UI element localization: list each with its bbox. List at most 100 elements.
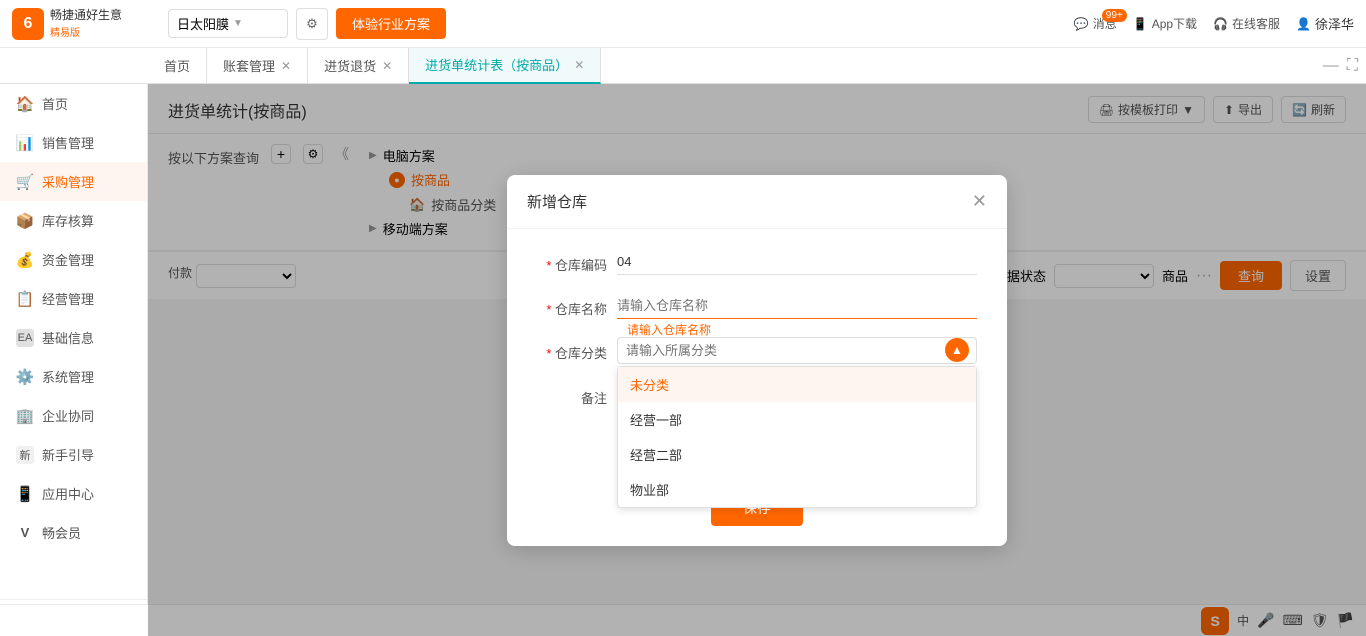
finance-icon: 💰: [16, 251, 34, 269]
category-dropdown-list: 未分类 经营一部 经营二部 物业部: [617, 366, 977, 508]
tab-purchase-stats-label: 进货单统计表（按商品）: [425, 55, 568, 74]
content-area: 进货单统计(按商品) 🖨 按模板打印 ▼ ⬆ 导出 🔄 刷新 按以下方案查询: [148, 84, 1366, 636]
tab-purchase-return-label: 进货退货: [324, 56, 376, 75]
top-bar: 6 畅捷通好生意 精易版 日太阳膜 ▼ ⚙ 体验行业方案 💬 消息 99+ 📱 …: [0, 0, 1366, 48]
app-logo-icon: 6: [12, 8, 44, 40]
sidebar-item-inventory[interactable]: 📦 库存核算: [0, 201, 147, 240]
sidebar-label-vip: 畅会员: [42, 523, 81, 542]
warehouse-name-label: 仓库名称: [537, 293, 617, 318]
sidebar-label-basic: 基础信息: [42, 328, 94, 347]
sidebar-item-basic[interactable]: EA 基础信息: [0, 318, 147, 357]
dropdown-item-dept3[interactable]: 物业部: [618, 472, 976, 507]
appcenter-icon: 📱: [16, 485, 34, 503]
tab-account-close[interactable]: ✕: [281, 59, 291, 73]
tab-purchase-stats[interactable]: 进货单统计表（按商品） ✕: [409, 48, 601, 84]
tab-purchase-return-close[interactable]: ✕: [382, 59, 392, 73]
sidebar-item-enterprise[interactable]: 🏢 企业协同: [0, 396, 147, 435]
warehouse-name-input[interactable]: [617, 293, 977, 319]
sidebar-item-guide[interactable]: 新 新手引导: [0, 435, 147, 474]
purchase-icon: 🛒: [16, 173, 34, 191]
warehouse-code-label: 仓库编码: [537, 249, 617, 274]
sidebar-item-sales[interactable]: 📊 销售管理: [0, 123, 147, 162]
settings-button[interactable]: ⚙: [296, 8, 328, 40]
top-right-actions: 💬 消息 99+ 📱 App下载 🎧 在线客服 👤 徐泽华: [1074, 14, 1354, 33]
user-icon: 👤: [1296, 17, 1311, 31]
dialog-header: 新增仓库 ✕: [507, 175, 1007, 229]
inventory-icon: 📦: [16, 212, 34, 230]
customer-service-button[interactable]: 🎧 在线客服: [1213, 15, 1280, 32]
dialog-body: 仓库编码 仓库名称 请输入仓库名称 仓库分类: [507, 229, 1007, 480]
sales-icon: 📊: [16, 134, 34, 152]
dropdown-item-dept1[interactable]: 经营一部: [618, 402, 976, 437]
store-selector[interactable]: 日太阳膜 ▼: [168, 9, 288, 38]
warehouse-name-row: 仓库名称 请输入仓库名称: [537, 293, 977, 319]
dialog-title: 新增仓库: [527, 191, 587, 212]
sidebar: 🏠 首页 📊 销售管理 🛒 采购管理 📦 库存核算 💰 资金管理 📋 经营管理 …: [0, 84, 148, 636]
sidebar-item-system[interactable]: ⚙️ 系统管理: [0, 357, 147, 396]
messages-badge: 99+: [1102, 9, 1127, 22]
basic-icon: EA: [16, 329, 34, 347]
sidebar-label-operation: 经营管理: [42, 289, 94, 308]
warehouse-category-label: 仓库分类: [537, 337, 617, 362]
app-edition: 精易版: [50, 24, 122, 39]
tab-right-controls: — ⛶: [1323, 57, 1366, 75]
chevron-down-icon: ▼: [233, 18, 243, 29]
category-dropdown-toggle[interactable]: ▲: [945, 338, 969, 362]
app-download-button[interactable]: 📱 App下载: [1133, 15, 1197, 32]
app-name: 畅捷通好生意: [50, 8, 122, 24]
sidebar-label-appcenter: 应用中心: [42, 484, 94, 503]
sidebar-label-enterprise: 企业协同: [42, 406, 94, 425]
tab-purchase-stats-close[interactable]: ✕: [574, 58, 584, 72]
tab-home-label: 首页: [164, 56, 190, 75]
sidebar-item-appcenter[interactable]: 📱 应用中心: [0, 474, 147, 513]
dropdown-item-dept2[interactable]: 经营二部: [618, 437, 976, 472]
sidebar-item-operation[interactable]: 📋 经营管理: [0, 279, 147, 318]
enterprise-icon: 🏢: [16, 407, 34, 425]
tab-account[interactable]: 账套管理 ✕: [207, 48, 308, 84]
user-profile[interactable]: 👤 徐泽华: [1296, 14, 1354, 33]
sidebar-label-system: 系统管理: [42, 367, 94, 386]
system-icon: ⚙️: [16, 368, 34, 386]
operation-icon: 📋: [16, 290, 34, 308]
store-name-label: 日太阳膜: [177, 14, 229, 33]
vip-icon: V: [16, 524, 34, 542]
sidebar-label-finance: 资金管理: [42, 250, 94, 269]
add-warehouse-dialog: 新增仓库 ✕ 仓库编码 仓库名称 请输入仓库名称: [507, 175, 1007, 546]
trial-button[interactable]: 体验行业方案: [336, 8, 446, 39]
user-name-label: 徐泽华: [1315, 14, 1354, 33]
warehouse-code-input[interactable]: [617, 249, 977, 275]
customer-service-label: 在线客服: [1232, 15, 1280, 32]
warehouse-category-select-wrap: ▲ 未分类 经营一部 经营二部 物业部: [617, 337, 977, 364]
mobile-icon: 📱: [1133, 17, 1148, 31]
dialog-close-button[interactable]: ✕: [972, 191, 987, 212]
warehouse-code-row: 仓库编码: [537, 249, 977, 275]
tab-purchase-return[interactable]: 进货退货 ✕: [308, 48, 409, 84]
messages-button[interactable]: 💬 消息 99+: [1074, 15, 1117, 32]
dropdown-item-uncategorized[interactable]: 未分类: [618, 367, 976, 402]
notes-label: 备注: [537, 382, 617, 407]
tab-expand-icon[interactable]: ⛶: [1347, 57, 1358, 75]
tab-minimize-icon[interactable]: —: [1323, 57, 1339, 75]
tab-home[interactable]: 首页: [148, 48, 207, 84]
guide-icon: 新: [16, 446, 34, 464]
sidebar-item-finance[interactable]: 💰 资金管理: [0, 240, 147, 279]
home-icon: 🏠: [16, 95, 34, 113]
warehouse-name-error: 请输入仓库名称: [627, 321, 711, 338]
warehouse-category-input[interactable]: [617, 337, 977, 364]
sidebar-label-guide: 新手引导: [42, 445, 94, 464]
warehouse-category-row: 仓库分类 ▲ 未分类 经营一部 经营二部 物业部: [537, 337, 977, 364]
sidebar-item-vip[interactable]: V 畅会员: [0, 513, 147, 552]
sidebar-label-sales: 销售管理: [42, 133, 94, 152]
sidebar-label-purchase: 采购管理: [42, 172, 94, 191]
sidebar-item-home[interactable]: 🏠 首页: [0, 84, 147, 123]
modal-overlay: 新增仓库 ✕ 仓库编码 仓库名称 请输入仓库名称: [148, 84, 1366, 636]
headset-icon: 🎧: [1213, 17, 1228, 31]
message-icon: 💬: [1074, 17, 1089, 31]
sidebar-label-home: 首页: [42, 94, 68, 113]
tab-bar: 首页 账套管理 ✕ 进货退货 ✕ 进货单统计表（按商品） ✕ — ⛶: [0, 48, 1366, 84]
sidebar-item-purchase[interactable]: 🛒 采购管理: [0, 162, 147, 201]
sidebar-label-inventory: 库存核算: [42, 211, 94, 230]
app-download-label: App下载: [1152, 15, 1197, 32]
main-layout: 🏠 首页 📊 销售管理 🛒 采购管理 📦 库存核算 💰 资金管理 📋 经营管理 …: [0, 84, 1366, 636]
tab-account-label: 账套管理: [223, 56, 275, 75]
